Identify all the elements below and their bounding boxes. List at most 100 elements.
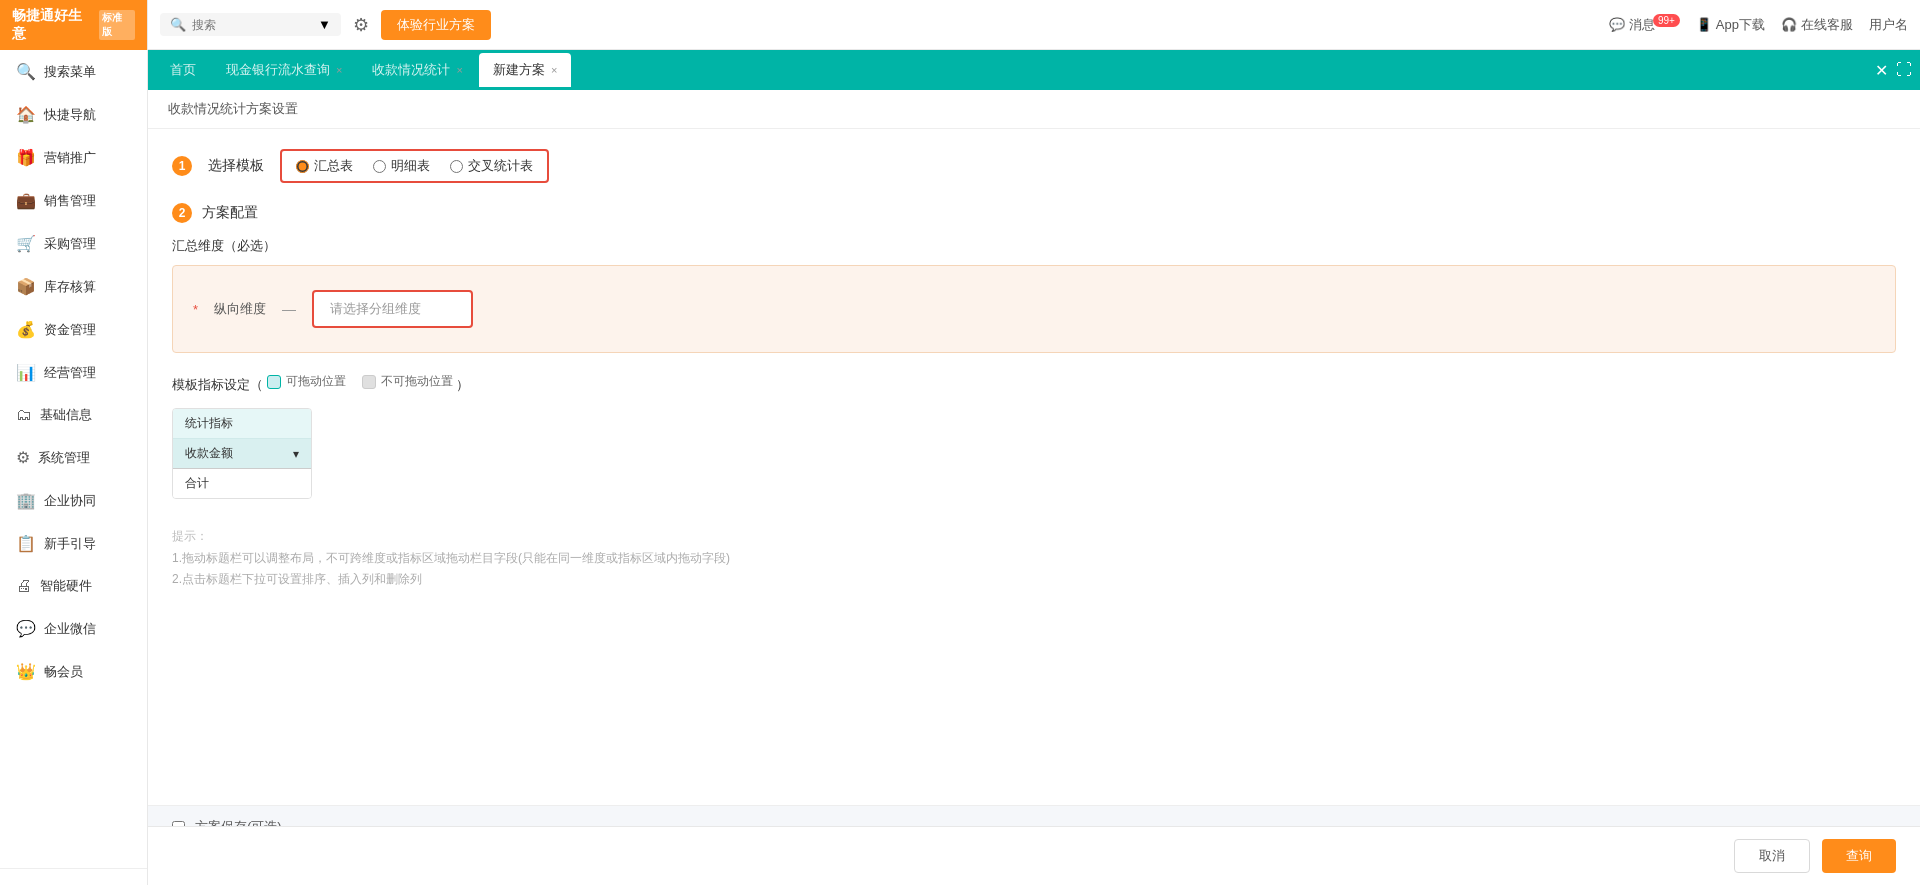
sidebar-item-member[interactable]: 👑畅会员: [0, 650, 147, 693]
search-input[interactable]: [192, 18, 312, 32]
message-label: 消息: [1629, 16, 1655, 34]
tab-close-1[interactable]: ×: [336, 64, 342, 76]
service-item[interactable]: 🎧 在线客服: [1781, 16, 1853, 34]
tab-3[interactable]: 新建方案×: [479, 53, 571, 87]
guide-icon: 📋: [16, 534, 36, 553]
trial-button[interactable]: 体验行业方案: [381, 10, 491, 40]
sidebar-logo: 畅捷通好生意 标准版: [0, 0, 147, 50]
step2-label: 方案配置: [202, 204, 258, 222]
dimension-section: 汇总维度（必选） * 纵向维度 — 请选择分组维度: [172, 237, 1896, 353]
metric-table-row-total: 合计: [173, 469, 311, 498]
sales-icon: 💼: [16, 191, 36, 210]
query-button[interactable]: 查询: [1822, 839, 1896, 873]
dimension-area: * 纵向维度 — 请选择分组维度: [172, 265, 1896, 353]
sidebar-badge: 标准版: [99, 10, 135, 40]
finance-icon: 💰: [16, 320, 36, 339]
radio-detail[interactable]: 明细表: [373, 157, 430, 175]
metric-header-text: 模板指标设定（: [172, 377, 263, 392]
sidebar-item-label: 资金管理: [44, 321, 96, 339]
metric-header: 模板指标设定（ 可拖动位置 不可拖动位置 ）: [172, 373, 1896, 398]
sidebar-item-quick-nav[interactable]: 🏠 快捷导航: [0, 93, 147, 136]
search-box[interactable]: 🔍 ▼: [160, 13, 341, 36]
sidebar-item-wechat[interactable]: 💬企业微信: [0, 607, 147, 650]
dropdown-chevron-icon: ▾: [293, 447, 299, 461]
download-icon: 📱: [1696, 17, 1712, 32]
radio-summary[interactable]: 汇总表: [296, 157, 353, 175]
sidebar-item-label: 营销推广: [44, 149, 96, 167]
inventory-icon: 📦: [16, 277, 36, 296]
search-icon: 🔍: [170, 17, 186, 32]
dimension-select[interactable]: 请选择分组维度: [312, 290, 473, 328]
main-area: 🔍 ▼ ⚙ 体验行业方案 💬 消息 99+ 📱 App下载 🎧 在线客服 用户名…: [148, 0, 1920, 885]
save-label[interactable]: 方案保存(可选): [195, 818, 282, 826]
sidebar-item-label: 企业协同: [44, 492, 96, 510]
sidebar-item-finance[interactable]: 💰 资金管理: [0, 308, 147, 351]
wechat-icon: 💬: [16, 619, 36, 638]
tabbar: 首页现金银行流水查询×收款情况统计×新建方案× ✕ ⛶: [148, 50, 1920, 90]
radio-summary-input[interactable]: [296, 160, 309, 173]
user-name[interactable]: 用户名: [1869, 16, 1908, 34]
sidebar-item-marketing[interactable]: 🎁 营销推广: [0, 136, 147, 179]
sidebar: 畅捷通好生意 标准版 🔍搜索菜单 🏠 快捷导航 🎁 营销推广 💼销售管理🛒采购管理 📦 库存核…: [0, 0, 148, 885]
dimension-label: 汇总维度（必选）: [172, 237, 1896, 255]
sidebar-item-search-menu[interactable]: 🔍搜索菜单: [0, 50, 147, 93]
message-icon: 💬: [1609, 17, 1625, 32]
sidebar-item-label: 系统管理: [38, 449, 90, 467]
sidebar-item-basic-info[interactable]: 🗂 基础信息: [0, 394, 147, 436]
tips-title: 提示：: [172, 529, 208, 543]
radio-cross-input[interactable]: [450, 160, 463, 173]
step2-badge: 2: [172, 203, 192, 223]
sidebar-item-label: 智能硬件: [40, 577, 92, 595]
tab-2[interactable]: 收款情况统计×: [358, 53, 476, 87]
tabbar-actions: ✕ ⛶: [1875, 61, 1912, 80]
sidebar-item-label: 快捷导航: [44, 106, 96, 124]
radio-summary-label: 汇总表: [314, 157, 353, 175]
headset-icon: 🎧: [1781, 17, 1797, 32]
tab-close-3[interactable]: ×: [551, 64, 557, 76]
gear-icon[interactable]: ⚙: [353, 14, 369, 36]
cancel-button[interactable]: 取消: [1734, 839, 1810, 873]
sidebar-item-label: 新手引导: [44, 535, 96, 553]
marketing-icon: 🎁: [16, 148, 36, 167]
sidebar-item-inventory[interactable]: 📦 库存核算: [0, 265, 147, 308]
notification-item[interactable]: 💬 消息 99+: [1609, 16, 1680, 34]
dropdown-icon: ▼: [318, 17, 331, 32]
sidebar-bottom: [0, 868, 147, 885]
metric-column-name: 收款金额: [185, 445, 233, 462]
sidebar-item-smart-hw[interactable]: 🖨 智能硬件: [0, 565, 147, 607]
sidebar-item-system[interactable]: ⚙ 系统管理: [0, 436, 147, 479]
vertical-dimension-label: 纵向维度: [214, 300, 266, 318]
sidebar-item-enterprise[interactable]: 🏢企业协同: [0, 479, 147, 522]
sidebar-item-label: 库存核算: [44, 278, 96, 296]
step1-label: 选择模板: [208, 157, 264, 175]
smart-hw-icon: 🖨: [16, 577, 32, 595]
sidebar-item-operations[interactable]: 📊经营管理: [0, 351, 147, 394]
system-icon: ⚙: [16, 448, 30, 467]
sidebar-item-sales[interactable]: 💼销售管理: [0, 179, 147, 222]
metric-total-label: 合计: [185, 476, 209, 490]
notification-badge: 99+: [1653, 14, 1680, 27]
tips-section: 提示： 1.拖动标题栏可以调整布局，不可跨维度或指标区域拖动栏目字段(只能在同一…: [172, 526, 1896, 591]
download-item[interactable]: 📱 App下载: [1696, 16, 1765, 34]
radio-detail-input[interactable]: [373, 160, 386, 173]
tab-1[interactable]: 现金银行流水查询×: [212, 53, 356, 87]
sidebar-item-purchase[interactable]: 🛒采购管理: [0, 222, 147, 265]
metric-section: 模板指标设定（ 可拖动位置 不可拖动位置 ）: [172, 373, 1896, 502]
tip-item-2: 2.点击标题栏下拉可设置排序、插入列和删除列: [172, 569, 1896, 591]
step2-section: 2 方案配置 汇总维度（必选） * 纵向维度 — 请选择分组维度: [172, 203, 1896, 591]
sidebar-item-label: 基础信息: [40, 406, 92, 424]
quick-nav-icon: 🏠: [16, 105, 36, 124]
legend-draggable-label: 可拖动位置: [286, 373, 346, 390]
maximize-icon[interactable]: ⛶: [1896, 61, 1912, 80]
metric-column-header[interactable]: 收款金额 ▾: [173, 439, 311, 469]
metric-section-header-label: 统计指标: [185, 415, 233, 432]
operations-icon: 📊: [16, 363, 36, 382]
download-label: App下载: [1716, 16, 1765, 34]
tab-close-2[interactable]: ×: [456, 64, 462, 76]
close-window-icon[interactable]: ✕: [1875, 61, 1888, 80]
tab-0[interactable]: 首页: [156, 53, 210, 87]
radio-cross[interactable]: 交叉统计表: [450, 157, 533, 175]
service-label: 在线客服: [1801, 16, 1853, 34]
sidebar-item-guide[interactable]: 📋 新手引导: [0, 522, 147, 565]
basic-info-icon: 🗂: [16, 406, 32, 424]
